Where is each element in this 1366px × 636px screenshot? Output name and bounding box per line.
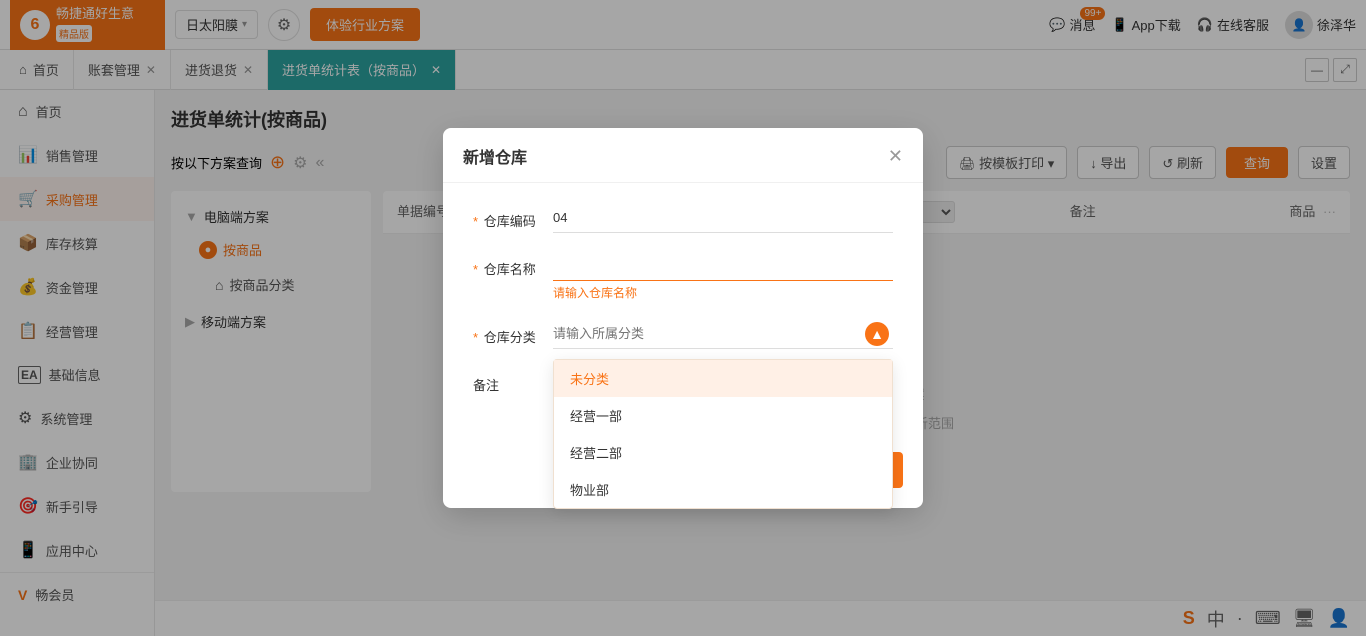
dialog-body: * 仓库编码 * 仓库名称 请输入仓库名称 (443, 183, 923, 442)
warehouse-code-input[interactable] (553, 203, 893, 233)
dropdown-item-dept2[interactable]: 经营二部 (554, 434, 892, 471)
new-warehouse-dialog: 新增仓库 ✕ * 仓库编码 * 仓库名称 (443, 128, 923, 508)
category-chevron-button[interactable]: ▲ (865, 322, 889, 346)
warehouse-category-row: * 仓库分类 ▲ 未分类 经营一部 经营二部 (473, 319, 893, 349)
dialog-close-button[interactable]: ✕ (888, 146, 903, 167)
warehouse-name-error: 请输入仓库名称 (553, 284, 893, 301)
dialog-title: 新增仓库 (463, 144, 527, 168)
warehouse-category-input[interactable] (553, 319, 893, 349)
dropdown-item-dept1[interactable]: 经营一部 (554, 397, 892, 434)
warehouse-code-field (553, 203, 893, 233)
modal-overlay[interactable]: 新增仓库 ✕ * 仓库编码 * 仓库名称 (0, 0, 1366, 636)
warehouse-code-label: * 仓库编码 (473, 203, 553, 230)
dialog-header: 新增仓库 ✕ (443, 128, 923, 183)
warehouse-name-label: * 仓库名称 (473, 251, 553, 278)
warehouse-name-field: 请输入仓库名称 (553, 251, 893, 301)
dropdown-item-property[interactable]: 物业部 (554, 471, 892, 508)
warehouse-name-input[interactable] (553, 251, 893, 281)
warehouse-name-row: * 仓库名称 请输入仓库名称 (473, 251, 893, 301)
warehouse-code-row: * 仓库编码 (473, 203, 893, 233)
category-dropdown: 未分类 经营一部 经营二部 物业部 (553, 359, 893, 509)
warehouse-category-field: ▲ 未分类 经营一部 经营二部 物业部 (553, 319, 893, 349)
dropdown-item-uncategorized[interactable]: 未分类 (554, 360, 892, 397)
note-label: 备注 (473, 367, 553, 394)
warehouse-category-label: * 仓库分类 (473, 319, 553, 346)
